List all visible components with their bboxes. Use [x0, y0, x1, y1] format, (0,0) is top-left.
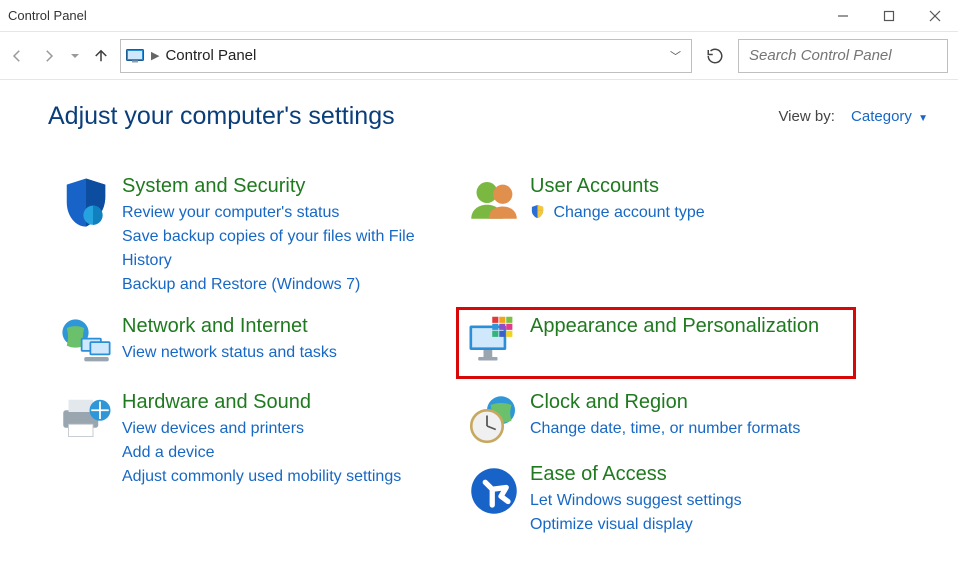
search-input[interactable] — [747, 46, 952, 65]
recent-dropdown-icon[interactable] — [68, 43, 82, 69]
shield-icon — [52, 173, 120, 233]
breadcrumb-item[interactable]: Control Panel — [165, 47, 256, 64]
link-change-account-type[interactable]: Change account type — [530, 201, 705, 227]
link-optimize-display[interactable]: Optimize visual display — [530, 513, 742, 537]
category-title[interactable]: Network and Internet — [122, 313, 337, 339]
minimize-button[interactable] — [820, 0, 866, 31]
control-panel-icon — [125, 48, 145, 64]
ease-access-icon — [460, 461, 528, 521]
category-hardware-sound: Hardware and Sound View devices and prin… — [48, 383, 448, 543]
category-user-accounts: User Accounts Change account type — [456, 167, 856, 303]
window-title: Control Panel — [8, 8, 87, 23]
refresh-button[interactable] — [698, 39, 732, 73]
category-title[interactable]: System and Security — [122, 173, 444, 199]
link-review-status[interactable]: Review your computer's status — [122, 201, 444, 225]
breadcrumb-caret-icon[interactable]: ▶ — [145, 49, 165, 62]
link-mobility-settings[interactable]: Adjust commonly used mobility settings — [122, 465, 401, 489]
chevron-down-icon: ▼ — [918, 113, 928, 124]
view-by-dropdown[interactable]: Category ▼ — [851, 108, 928, 125]
window-controls — [820, 0, 958, 31]
back-button[interactable] — [4, 43, 30, 69]
link-add-device[interactable]: Add a device — [122, 441, 401, 465]
monitor-colors-icon — [460, 313, 528, 373]
view-by-label: View by: — [778, 108, 834, 125]
link-file-history[interactable]: Save backup copies of your files with Fi… — [122, 225, 444, 273]
maximize-button[interactable] — [866, 0, 912, 31]
title-bar: Control Panel — [0, 0, 958, 32]
category-system-security: System and Security Review your computer… — [48, 167, 448, 303]
address-bar[interactable]: ▶ Control Panel ﹀ — [120, 39, 692, 73]
clock-globe-icon — [460, 389, 528, 449]
search-box[interactable] — [738, 39, 948, 73]
category-grid: System and Security Review your computer… — [48, 167, 928, 543]
link-devices-printers[interactable]: View devices and printers — [122, 417, 401, 441]
globe-network-icon — [52, 313, 120, 373]
category-clock-region: Clock and Region Change date, time, or n… — [456, 383, 856, 455]
category-title[interactable]: Clock and Region — [530, 389, 800, 415]
uac-shield-icon — [530, 206, 549, 223]
view-by-value: Category — [851, 108, 912, 125]
link-date-time-formats[interactable]: Change date, time, or number formats — [530, 417, 800, 441]
up-button[interactable] — [88, 43, 114, 69]
category-network-internet: Network and Internet View network status… — [48, 307, 448, 379]
close-button[interactable] — [912, 0, 958, 31]
category-title[interactable]: Appearance and Personalization — [530, 313, 819, 339]
link-backup-restore[interactable]: Backup and Restore (Windows 7) — [122, 273, 444, 297]
printer-icon — [52, 389, 120, 449]
category-title[interactable]: User Accounts — [530, 173, 705, 199]
page-heading: Adjust your computer's settings — [48, 102, 395, 131]
category-title[interactable]: Hardware and Sound — [122, 389, 401, 415]
forward-button[interactable] — [36, 43, 62, 69]
category-ease-of-access: Ease of Access Let Windows suggest setti… — [456, 455, 856, 543]
category-appearance-personalization: Appearance and Personalization — [456, 307, 856, 379]
content-area: Adjust your computer's settings View by:… — [0, 80, 958, 553]
link-network-status[interactable]: View network status and tasks — [122, 341, 337, 365]
link-suggest-settings[interactable]: Let Windows suggest settings — [530, 489, 742, 513]
category-title[interactable]: Ease of Access — [530, 461, 742, 487]
toolbar: ▶ Control Panel ﹀ — [0, 32, 958, 80]
view-by-control: View by: Category ▼ — [778, 108, 928, 125]
users-icon — [460, 173, 528, 233]
address-dropdown-icon[interactable]: ﹀ — [670, 48, 687, 64]
